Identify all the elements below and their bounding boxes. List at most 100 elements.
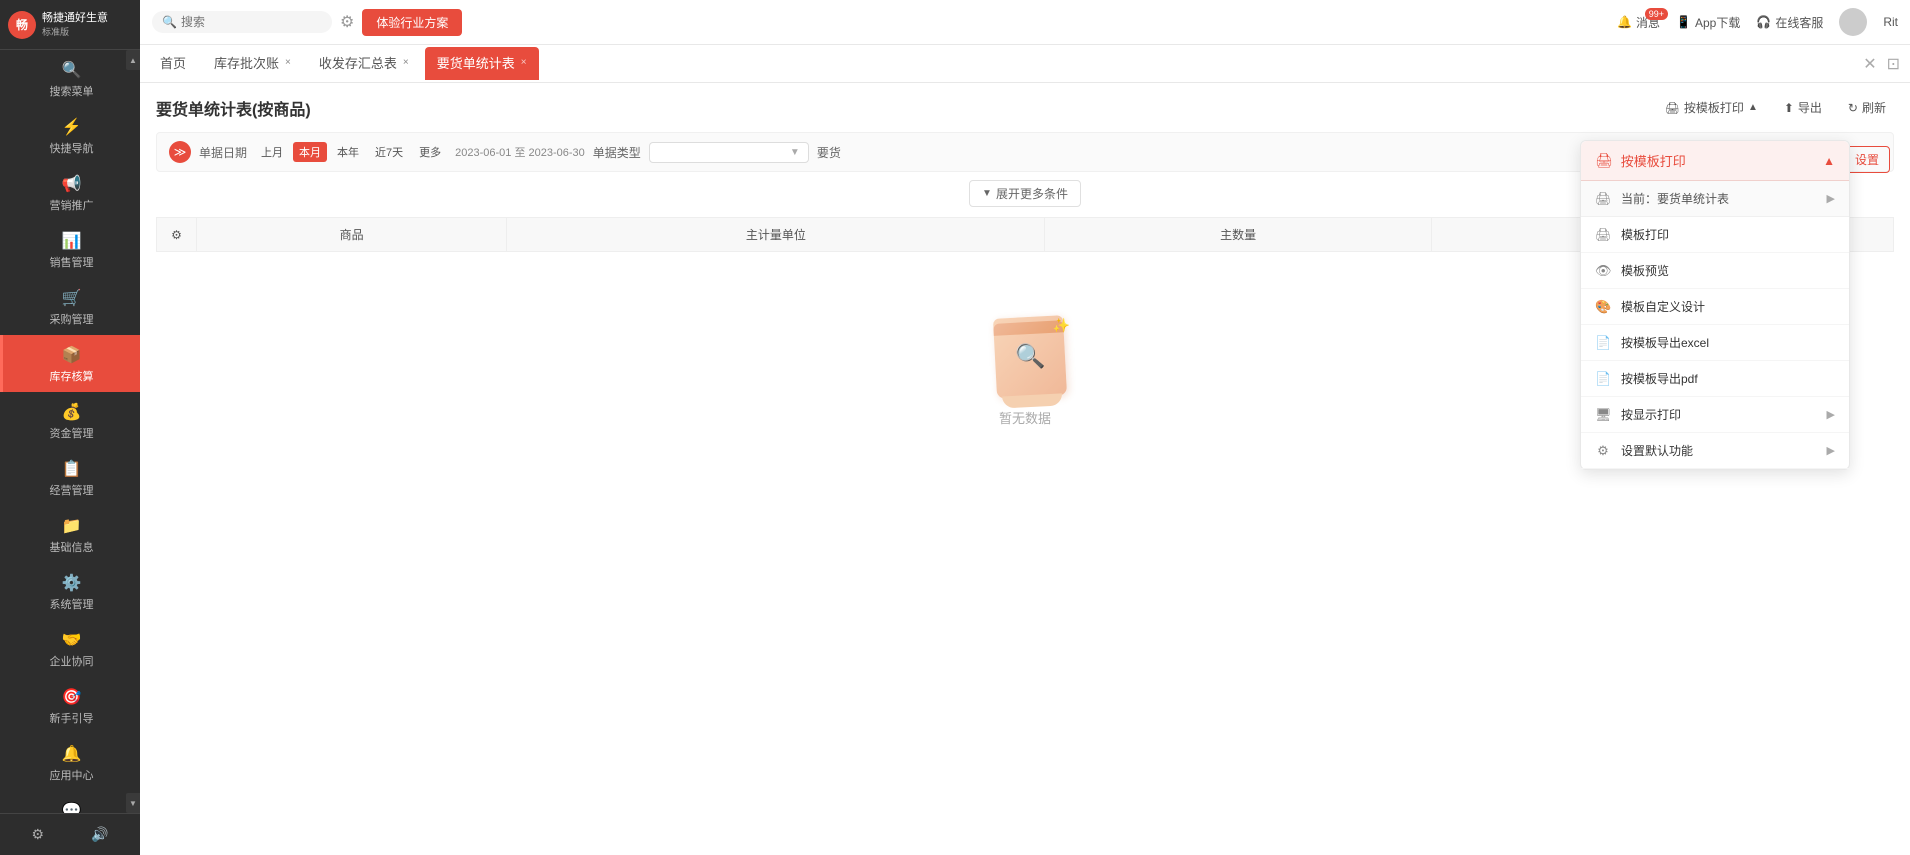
sidebar-item-wechat[interactable]: 💬 企业微信 [0, 791, 140, 813]
app-center-label: 应用中心 [50, 767, 94, 783]
tab-order-stats[interactable]: 要货单统计表× [425, 47, 539, 80]
current-icon: 🖨 [1595, 191, 1611, 207]
tab-close-receivable-summary[interactable]: × [403, 57, 409, 68]
date-prev-month-btn[interactable]: 上月 [255, 142, 289, 162]
template-excel-label: 按模板导出excel [1621, 334, 1835, 351]
date-this-year-btn[interactable]: 本年 [331, 142, 365, 162]
print-dropdown: 🖨 按模板打印 ▲ 🖨 当前：要货单统计表 ▶ 🖨 模板打印 👁 模板预览 🎨 … [1580, 140, 1850, 470]
dropdown-template-preview[interactable]: 👁 模板预览 [1581, 253, 1849, 289]
app-download-label: App下载 [1695, 14, 1740, 31]
topbar: 🔍 ⚙ 体验行业方案 🔔 消息 99+ 📱 App下载 🎧 在线客服 Rit [140, 0, 1910, 45]
date-this-month-btn[interactable]: 本月 [293, 142, 327, 162]
page-title-row: 要货单统计表(按商品) 🖨 按模板打印 ▲ ⬆ 导出 ↻ 刷新 [156, 95, 1894, 120]
sidebar-item-operation[interactable]: 📋 经营管理 [0, 449, 140, 506]
dropdown-template-print[interactable]: 🖨 模板打印 [1581, 217, 1849, 253]
settings-icon[interactable]: ⚙ [32, 826, 45, 843]
chevron-up-icon: ▲ [1748, 102, 1758, 113]
print-template-btn[interactable]: 🖨 按模板打印 ▲ [1657, 95, 1766, 120]
sidebar-item-marketing[interactable]: 📢 营销推广 [0, 164, 140, 221]
col-settings[interactable]: ⚙ [157, 218, 197, 252]
sidebar-item-sales[interactable]: 📊 销售管理 [0, 221, 140, 278]
speaker-icon[interactable]: 🔊 [91, 826, 108, 843]
date-more-btn[interactable]: 更多 [413, 142, 447, 162]
dropdown-current-item[interactable]: 🖨 当前：要货单统计表 ▶ [1581, 181, 1849, 217]
template-custom-label: 模板自定义设计 [1621, 298, 1835, 315]
gear-icon[interactable]: ⚙ [340, 12, 354, 32]
quick-nav-label: 快捷导航 [50, 140, 94, 156]
collab-label: 企业协同 [50, 653, 94, 669]
col-qty: 主数量 [1045, 218, 1431, 252]
sidebar-item-purchase[interactable]: 🛒 采购管理 [0, 278, 140, 335]
marketing-icon: 📢 [62, 174, 82, 194]
template-print-icon: 🖨 [1595, 227, 1611, 243]
notification-btn[interactable]: 🔔 消息 99+ [1617, 14, 1660, 31]
refresh-btn[interactable]: ↻ 刷新 [1840, 95, 1894, 120]
dropdown-set-default[interactable]: ⚙ 设置默认功能 ▶ [1581, 433, 1849, 469]
sidebar-scroll-down[interactable]: ▼ [126, 793, 140, 813]
logo-icon: 畅 [8, 11, 36, 39]
tab-label-inventory-batch: 库存批次账 [214, 53, 279, 72]
search-box[interactable]: 🔍 [152, 11, 332, 33]
date-label: 单据日期 [199, 144, 247, 161]
sidebar-item-inventory[interactable]: 📦 库存核算 [0, 335, 140, 392]
window-controls: ✕ ⊡ [1861, 52, 1902, 76]
tab-inventory-batch[interactable]: 库存批次账 × [202, 47, 303, 80]
sidebar-item-collab[interactable]: 🤝 企业协同 [0, 620, 140, 677]
search-input[interactable] [181, 15, 301, 29]
template-preview-icon: 👁 [1595, 263, 1611, 279]
online-service-btn[interactable]: 🎧 在线客服 [1756, 14, 1823, 31]
close-window-icon[interactable]: ✕ [1861, 52, 1878, 76]
dropdown-template-excel[interactable]: 📄 按模板导出excel [1581, 325, 1849, 361]
search-icon: 🔍 [162, 15, 177, 29]
dropdown-chevron-icon[interactable]: ▲ [1823, 154, 1835, 168]
username-label: Rit [1883, 15, 1898, 29]
sidebar-item-search-menu[interactable]: 🔍 搜索菜单 [0, 50, 140, 107]
tab-label-home: 首页 [160, 53, 186, 72]
user-avatar[interactable] [1839, 8, 1867, 36]
download-icon: 📱 [1676, 15, 1691, 29]
inventory-label: 库存核算 [50, 368, 94, 384]
set-default-arrow-icon: ▶ [1827, 444, 1835, 457]
finance-label: 资金管理 [50, 425, 94, 441]
tabbar: 首页库存批次账×收发存汇总表×要货单统计表× ✕ ⊡ [140, 45, 1910, 83]
settings-btn[interactable]: 设置 [1844, 146, 1890, 173]
export-btn[interactable]: ⬆ 导出 [1776, 95, 1830, 120]
dropdown-header[interactable]: 🖨 按模板打印 ▲ [1581, 141, 1849, 181]
sidebar-nav: 🔍 搜索菜单 ⚡ 快捷导航 📢 营销推广 📊 销售管理 🛒 采购管理 📦 库存核… [0, 50, 140, 813]
display-print-arrow-icon: ▶ [1827, 408, 1835, 421]
finance-icon: 💰 [62, 402, 82, 422]
template-pdf-icon: 📄 [1595, 371, 1611, 387]
dropdown-template-pdf[interactable]: 📄 按模板导出pdf [1581, 361, 1849, 397]
tab-label-receivable-summary: 收发存汇总表 [319, 53, 397, 72]
trial-button[interactable]: 体验行业方案 [362, 9, 462, 36]
maximize-icon[interactable]: ⊡ [1885, 52, 1902, 76]
date-7days-btn[interactable]: 近7天 [369, 142, 409, 162]
dropdown-display-print[interactable]: 🖥 按显示打印 ▶ [1581, 397, 1849, 433]
sidebar-item-finance[interactable]: 💰 资金管理 [0, 392, 140, 449]
dropdown-template-custom[interactable]: 🎨 模板自定义设计 [1581, 289, 1849, 325]
template-preview-label: 模板预览 [1621, 262, 1835, 279]
sidebar-item-system[interactable]: ⚙️ 系统管理 [0, 563, 140, 620]
select-chevron-icon: ▼ [790, 147, 800, 158]
sidebar-item-app-center[interactable]: 🔔 应用中心 [0, 734, 140, 791]
tab-close-inventory-batch[interactable]: × [285, 57, 291, 68]
sidebar-bottom: ⚙ 🔊 [0, 813, 140, 855]
filter-expand-btn[interactable]: ≫ [169, 141, 191, 163]
display-print-label: 按显示打印 [1621, 406, 1817, 423]
template-custom-icon: 🎨 [1595, 299, 1611, 315]
app-center-icon: 🔔 [62, 744, 82, 764]
col-goods: 商品 [197, 218, 507, 252]
app-download-btn[interactable]: 📱 App下载 [1676, 14, 1740, 31]
basic-label: 基础信息 [50, 539, 94, 555]
sidebar-item-guide[interactable]: 🎯 新手引导 [0, 677, 140, 734]
sidebar-item-quick-nav[interactable]: ⚡ 快捷导航 [0, 107, 140, 164]
tab-close-order-stats[interactable]: × [521, 57, 527, 68]
expand-more-btn[interactable]: ▼ 展开更多条件 [969, 180, 1081, 207]
print-dropdown-icon: 🖨 [1595, 152, 1613, 169]
sidebar-scroll-up[interactable]: ▲ [126, 50, 140, 70]
sidebar-item-basic[interactable]: 📁 基础信息 [0, 506, 140, 563]
tab-home[interactable]: 首页 [148, 47, 198, 80]
template-pdf-label: 按模板导出pdf [1621, 370, 1835, 387]
type-select[interactable]: ▼ [649, 142, 809, 163]
tab-receivable-summary[interactable]: 收发存汇总表 × [307, 47, 421, 80]
